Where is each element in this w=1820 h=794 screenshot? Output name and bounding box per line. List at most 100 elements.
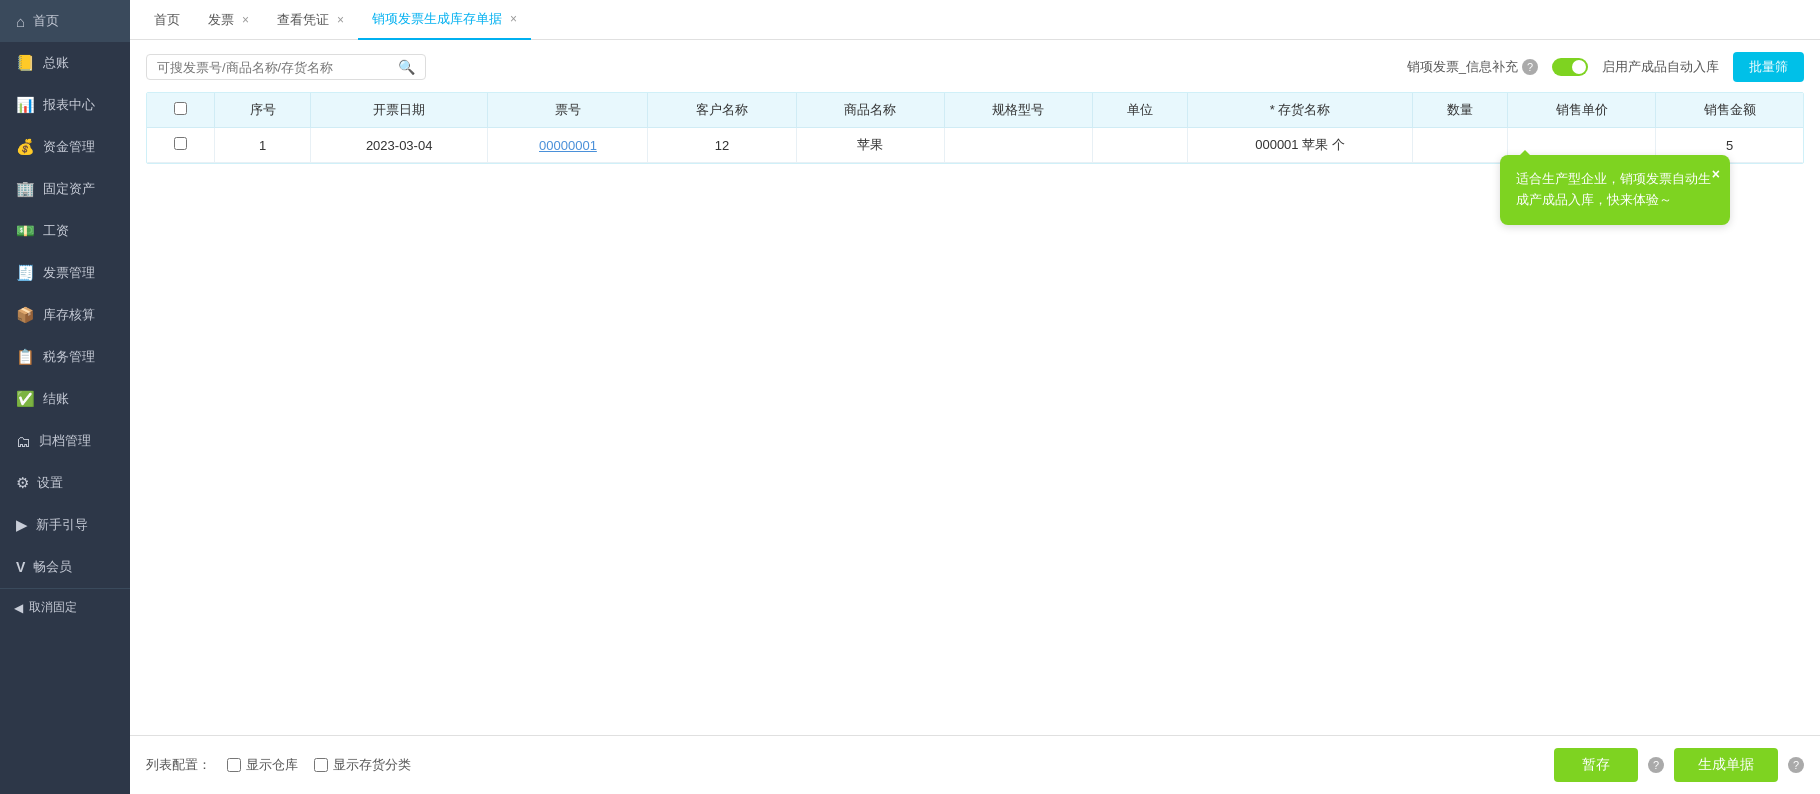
select-all-checkbox[interactable] <box>174 102 187 115</box>
search-input[interactable] <box>157 60 392 75</box>
show-inventory-cat-checkbox[interactable] <box>314 758 328 772</box>
sidebar-item-tax[interactable]: 📋 税务管理 <box>0 336 130 378</box>
sidebar-item-home[interactable]: ⌂ 首页 <box>0 0 130 42</box>
sidebar-label-fund: 资金管理 <box>43 138 95 156</box>
tab-invoice-label: 发票 <box>208 11 234 29</box>
sidebar-label-asset: 固定资产 <box>43 180 95 198</box>
undo-fixed-label: 取消固定 <box>29 599 77 616</box>
generate-button[interactable]: 生成单据 <box>1674 748 1778 782</box>
sidebar-item-settle[interactable]: ✅ 结账 <box>0 378 130 420</box>
data-table: 序号 开票日期 票号 客户名称 商品名称 规格型号 单位 * 存货名称 数量 销… <box>147 93 1803 163</box>
fund-icon: 💰 <box>16 138 35 156</box>
row-product: 苹果 <box>796 128 944 163</box>
sidebar-item-wage[interactable]: 💵 工资 <box>0 210 130 252</box>
row-seq: 1 <box>215 128 310 163</box>
invoice-mgr-icon: 🧾 <box>16 264 35 282</box>
sidebar-item-fund[interactable]: 💰 资金管理 <box>0 126 130 168</box>
toolbar-row: 🔍 销项发票_信息补充 ? 启用产成品自动入库 批量筛 <box>146 52 1804 82</box>
sidebar-label-wage: 工资 <box>43 222 69 240</box>
col-customer: 客户名称 <box>648 93 796 128</box>
generate-info-icon[interactable]: ? <box>1788 757 1804 773</box>
sidebar-item-settings[interactable]: ⚙ 设置 <box>0 462 130 504</box>
tab-home-label: 首页 <box>154 11 180 29</box>
row-date: 2023-03-04 <box>310 128 488 163</box>
tab-sales-stock-close[interactable]: × <box>510 12 517 26</box>
tooltip-close-button[interactable]: × <box>1712 163 1720 185</box>
settings-icon: ⚙ <box>16 474 29 492</box>
col-unit: 单位 <box>1092 93 1187 128</box>
tab-home[interactable]: 首页 <box>140 0 194 40</box>
inventory-icon: 📦 <box>16 306 35 324</box>
col-unit-price: 销售单价 <box>1508 93 1656 128</box>
row-checkbox-cell[interactable] <box>147 128 215 163</box>
col-seq: 序号 <box>215 93 310 128</box>
sidebar-label-invoice-mgr: 发票管理 <box>43 264 95 282</box>
sidebar-label-vip: 畅会员 <box>33 558 72 576</box>
col-checkbox[interactable] <box>147 93 215 128</box>
toolbar-right: 销项发票_信息补充 ? 启用产成品自动入库 批量筛 <box>1407 52 1804 82</box>
col-date: 开票日期 <box>310 93 488 128</box>
list-config: 列表配置： 显示仓库 显示存货分类 <box>146 756 411 774</box>
sidebar-label-settle: 结账 <box>43 390 69 408</box>
batch-button[interactable]: 批量筛 <box>1733 52 1804 82</box>
sidebar-label-archive: 归档管理 <box>39 432 91 450</box>
bottom-actions: 暂存 ? 生成单据 ? <box>1554 748 1804 782</box>
search-box[interactable]: 🔍 <box>146 54 426 80</box>
tab-invoice-close[interactable]: × <box>242 13 249 27</box>
sidebar-item-guide[interactable]: ▶ 新手引导 <box>0 504 130 546</box>
tab-sales-stock[interactable]: 销项发票生成库存单据 × <box>358 0 531 40</box>
page-content: 🔍 销项发票_信息补充 ? 启用产成品自动入库 批量筛 <box>130 40 1820 735</box>
auto-warehouse-toggle[interactable] <box>1552 58 1588 76</box>
tab-voucher-close[interactable]: × <box>337 13 344 27</box>
row-unit <box>1092 128 1187 163</box>
row-checkbox[interactable] <box>174 137 187 150</box>
col-inventory-name: * 存货名称 <box>1188 93 1412 128</box>
col-quantity: 数量 <box>1412 93 1507 128</box>
archive-icon: 🗂 <box>16 433 31 450</box>
info-icon[interactable]: ? <box>1522 59 1538 75</box>
home-icon: ⌂ <box>16 13 25 30</box>
guide-icon: ▶ <box>16 516 28 534</box>
wage-icon: 💵 <box>16 222 35 240</box>
toggle-knob <box>1572 60 1586 74</box>
tooltip-text: 适合生产型企业，销项发票自动生成产成品入库，快来体验～ <box>1516 171 1711 207</box>
save-button[interactable]: 暂存 <box>1554 748 1638 782</box>
row-quantity <box>1412 128 1507 163</box>
info-label: 销项发票_信息补充 ? <box>1407 58 1538 76</box>
col-ticket-no: 票号 <box>488 93 648 128</box>
toggle-label: 启用产成品自动入库 <box>1602 58 1719 76</box>
vip-icon: V <box>16 559 25 575</box>
asset-icon: 🏢 <box>16 180 35 198</box>
sidebar-item-invoice-mgr[interactable]: 🧾 发票管理 <box>0 252 130 294</box>
sidebar-label-settings: 设置 <box>37 474 63 492</box>
save-info-icon[interactable]: ? <box>1648 757 1664 773</box>
sidebar-item-inventory[interactable]: 📦 库存核算 <box>0 294 130 336</box>
row-ticket-no[interactable]: 00000001 <box>488 128 648 163</box>
table-wrap: 序号 开票日期 票号 客户名称 商品名称 规格型号 单位 * 存货名称 数量 销… <box>146 92 1804 164</box>
tab-sales-stock-label: 销项发票生成库存单据 <box>372 10 502 28</box>
row-spec <box>944 128 1092 163</box>
sidebar-item-asset[interactable]: 🏢 固定资产 <box>0 168 130 210</box>
info-label-text: 销项发票_信息补充 <box>1407 58 1518 76</box>
undo-fixed-button[interactable]: ◀ 取消固定 <box>0 588 130 626</box>
ledger-icon: 📒 <box>16 54 35 72</box>
tab-invoice[interactable]: 发票 × <box>194 0 263 40</box>
sidebar-item-report[interactable]: 📊 报表中心 <box>0 84 130 126</box>
sidebar-item-archive[interactable]: 🗂 归档管理 <box>0 420 130 462</box>
show-warehouse-label[interactable]: 显示仓库 <box>227 756 298 774</box>
report-icon: 📊 <box>16 96 35 114</box>
sidebar-item-ledger[interactable]: 📒 总账 <box>0 42 130 84</box>
tab-voucher[interactable]: 查看凭证 × <box>263 0 358 40</box>
sidebar-label-ledger: 总账 <box>43 54 69 72</box>
show-inventory-cat-text: 显示存货分类 <box>333 756 411 774</box>
undo-fixed-icon: ◀ <box>14 601 23 615</box>
sidebar-label-guide: 新手引导 <box>36 516 88 534</box>
sidebar-item-vip[interactable]: V 畅会员 <box>0 546 130 588</box>
show-inventory-cat-label[interactable]: 显示存货分类 <box>314 756 411 774</box>
tax-icon: 📋 <box>16 348 35 366</box>
show-warehouse-checkbox[interactable] <box>227 758 241 772</box>
sidebar-label-inventory: 库存核算 <box>43 306 95 324</box>
sidebar-label-tax: 税务管理 <box>43 348 95 366</box>
tooltip-popup: × 适合生产型企业，销项发票自动生成产成品入库，快来体验～ <box>1500 155 1730 225</box>
col-amount: 销售金额 <box>1656 93 1803 128</box>
